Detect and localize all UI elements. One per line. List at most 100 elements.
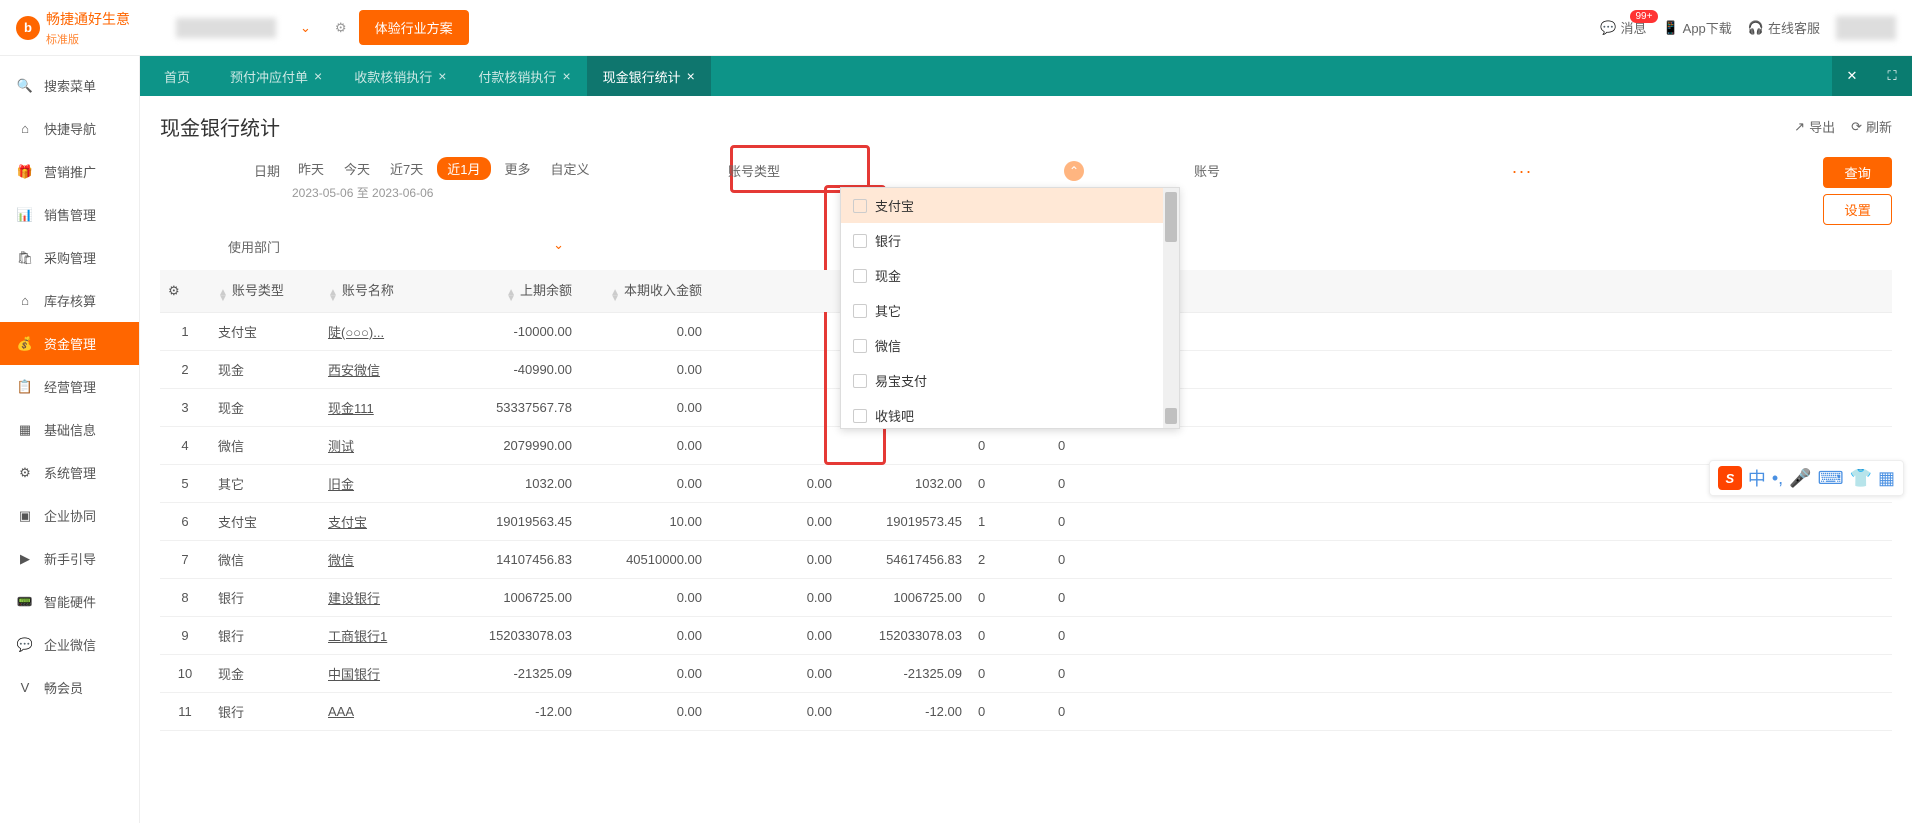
sidebar-item-grid[interactable]: ▦基础信息 xyxy=(0,408,139,451)
account-name-link[interactable]: 陡(○○○)... xyxy=(328,325,384,340)
dropdown-option[interactable]: 收钱吧 xyxy=(841,398,1179,428)
refresh-button[interactable]: ⟳ 刷新 xyxy=(1851,117,1892,136)
tab[interactable]: 现金银行统计× xyxy=(587,56,711,96)
checkbox[interactable] xyxy=(853,409,867,423)
sidebar-item-gift[interactable]: 🎁营销推广 xyxy=(0,150,139,193)
checkbox[interactable] xyxy=(853,234,867,248)
dept-filter-input[interactable]: ⌄ xyxy=(292,233,572,258)
settings-button[interactable]: 设置 xyxy=(1823,194,1892,225)
ime-voice-icon[interactable]: 🎤 xyxy=(1789,468,1811,489)
account-name-link[interactable]: 支付宝 xyxy=(328,515,367,530)
company-selector[interactable]: ⌄ ⚙ xyxy=(176,18,359,38)
close-icon[interactable]: × xyxy=(562,68,570,84)
ime-toolbox-icon[interactable]: ▦ xyxy=(1878,468,1895,489)
online-service-button[interactable]: 🎧 在线客服 xyxy=(1748,18,1820,37)
gear-icon[interactable]: ⚙ xyxy=(335,20,347,36)
account-name-link[interactable]: 工商银行1 xyxy=(328,629,387,644)
export-button[interactable]: ↗ 导出 xyxy=(1794,117,1835,136)
column-header[interactable] xyxy=(710,270,840,313)
date-preset[interactable]: 昨天 xyxy=(292,157,330,180)
dropdown-option[interactable]: 现金 xyxy=(841,258,1179,293)
checkbox[interactable] xyxy=(853,339,867,353)
gear-icon: ⚙ xyxy=(16,464,34,482)
sidebar-item-calc[interactable]: ⌂库存核算 xyxy=(0,279,139,322)
account-filter-input[interactable] xyxy=(1232,157,1512,166)
date-preset[interactable]: 更多 xyxy=(499,157,537,180)
checkbox[interactable] xyxy=(853,304,867,318)
date-preset[interactable]: 近7天 xyxy=(384,157,429,180)
close-all-tabs-button[interactable]: ✕ xyxy=(1832,56,1872,96)
sidebar-item-vip[interactable]: V畅会员 xyxy=(0,666,139,709)
ime-lang-toggle[interactable]: 中 xyxy=(1748,465,1766,491)
tab[interactable]: 预付冲应付单× xyxy=(214,56,338,96)
sidebar-item-search[interactable]: 🔍搜索菜单 xyxy=(0,64,139,107)
checkbox[interactable] xyxy=(853,374,867,388)
column-header[interactable]: ▲▼本期收入金额 xyxy=(580,270,710,313)
account-name-link[interactable]: 旧金 xyxy=(328,477,354,492)
chevron-up-icon[interactable]: ⌃ xyxy=(1064,161,1084,181)
ime-keyboard-icon[interactable]: ⌨ xyxy=(1818,468,1844,489)
tab[interactable]: 首页 xyxy=(140,56,214,96)
account-name-link[interactable]: AAA xyxy=(328,704,354,719)
account-name-link[interactable]: 测试 xyxy=(328,439,354,454)
experience-plan-button[interactable]: 体验行业方案 xyxy=(359,10,469,45)
account-name-link[interactable]: 建设银行 xyxy=(328,591,380,606)
account-name-link[interactable]: 西安微信 xyxy=(328,363,380,378)
checkbox[interactable] xyxy=(853,269,867,283)
sidebar-item-gear[interactable]: ⚙系统管理 xyxy=(0,451,139,494)
tab[interactable]: 收款核销执行× xyxy=(338,56,462,96)
sidebar-item-money[interactable]: 💰资金管理 xyxy=(0,322,139,365)
account-name-link[interactable]: 现金111 xyxy=(328,401,374,416)
date-preset[interactable]: 今天 xyxy=(338,157,376,180)
sidebar-item-team[interactable]: ▣企业协同 xyxy=(0,494,139,537)
tab[interactable]: 付款核销执行× xyxy=(462,56,586,96)
dropdown-option[interactable]: 其它 xyxy=(841,293,1179,328)
checkbox[interactable] xyxy=(853,199,867,213)
ime-skin-icon[interactable]: 👕 xyxy=(1850,468,1872,489)
dept-filter-label: 使用部门 xyxy=(196,233,280,256)
column-header[interactable]: ▲▼上期余额 xyxy=(450,270,580,313)
sidebar-item-home[interactable]: ⌂快捷导航 xyxy=(0,107,139,150)
account-name-link[interactable]: 中国银行 xyxy=(328,667,380,682)
dropdown-option[interactable]: 银行 xyxy=(841,223,1179,258)
sidebar-item-play[interactable]: ▶新手引导 xyxy=(0,537,139,580)
top-header: b 畅捷通好生意 标准版 ⌄ ⚙ 体验行业方案 💬 消息 99+ 📱 App下载… xyxy=(0,0,1912,56)
date-preset[interactable]: 近1月 xyxy=(437,157,490,180)
bag-icon: 🛍 xyxy=(16,249,34,267)
close-icon[interactable]: × xyxy=(438,68,446,84)
close-icon[interactable]: × xyxy=(314,68,322,84)
account-name-link[interactable]: 微信 xyxy=(328,553,354,568)
column-header[interactable]: ▲▼账号名称 xyxy=(320,270,450,313)
sidebar-item-label: 库存核算 xyxy=(44,291,96,310)
search-icon: 🔍 xyxy=(16,77,34,95)
message-icon: 💬 xyxy=(1600,20,1616,36)
dropdown-option[interactable]: 支付宝 xyxy=(841,188,1179,223)
sidebar-item-device[interactable]: 📟智能硬件 xyxy=(0,580,139,623)
sidebar-item-label: 企业协同 xyxy=(44,506,96,525)
dropdown-option[interactable]: 微信 xyxy=(841,328,1179,363)
sidebar-item-chat[interactable]: 💬企业微信 xyxy=(0,623,139,666)
chat-icon: 💬 xyxy=(16,636,34,654)
ime-punct-icon[interactable]: •, xyxy=(1772,468,1783,489)
app-download-button[interactable]: 📱 App下载 xyxy=(1662,18,1731,37)
message-button[interactable]: 💬 消息 99+ xyxy=(1600,18,1646,37)
dropdown-option[interactable]: 易宝支付 xyxy=(841,363,1179,398)
sidebar-item-bag[interactable]: 🛍采购管理 xyxy=(0,236,139,279)
gear-icon[interactable]: ⚙ xyxy=(168,283,180,298)
more-filters-button[interactable]: ... xyxy=(1512,157,1533,178)
scroll-down-icon[interactable] xyxy=(1165,408,1177,424)
column-header[interactable]: ⚙ xyxy=(160,270,210,313)
table-row: 10 现金 中国银行 -21325.09 0.00 0.00 -21325.09… xyxy=(160,655,1892,693)
scrollbar[interactable] xyxy=(1163,188,1179,428)
query-button[interactable]: 查询 xyxy=(1823,157,1892,188)
fullscreen-button[interactable]: ⛶ xyxy=(1872,56,1912,96)
user-avatar[interactable] xyxy=(1836,16,1896,40)
close-icon[interactable]: × xyxy=(687,68,695,84)
date-preset[interactable]: 自定义 xyxy=(545,157,596,180)
account-type-filter-input[interactable]: ⌃ xyxy=(792,157,1092,186)
sidebar-item-chart[interactable]: 📊销售管理 xyxy=(0,193,139,236)
refresh-icon: ⟳ xyxy=(1851,119,1862,135)
sidebar-item-doc[interactable]: 📋经营管理 xyxy=(0,365,139,408)
column-header[interactable]: ▲▼账号类型 xyxy=(210,270,320,313)
sogou-ime-icon[interactable]: S xyxy=(1718,466,1742,490)
